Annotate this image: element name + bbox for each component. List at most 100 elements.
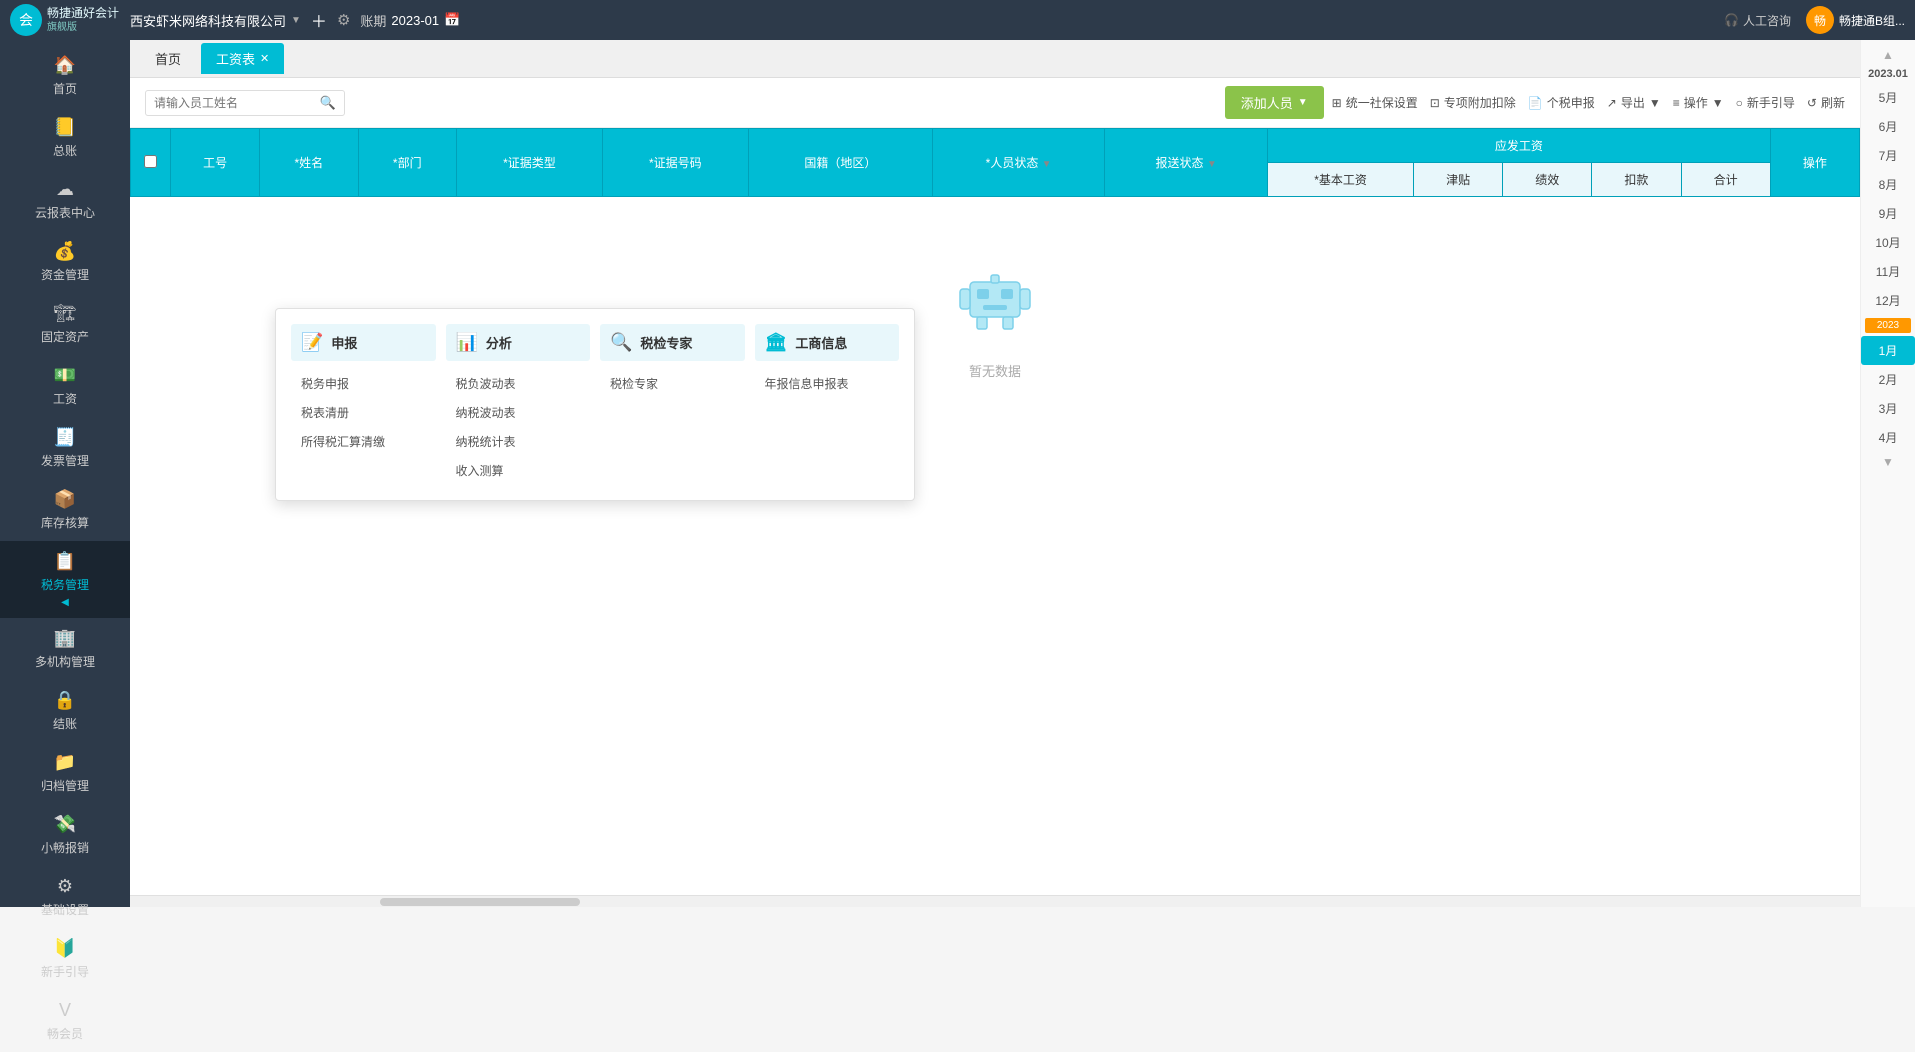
menu-item-tax-burden[interactable]: 税负波动表 <box>446 369 591 398</box>
sidebar-item-cloud-report[interactable]: ☁ 云报表中心 <box>0 169 130 231</box>
toolbar-actions: ⊞ 统一社保设置 ⊡ 专项附加扣除 📄 个税申报 ↗ 导出 ▼ <box>1332 94 1845 111</box>
date-month-2023-02[interactable]: 2月 <box>1861 365 1915 394</box>
filter-icon-2[interactable]: ▼ <box>1207 159 1217 170</box>
date-month-6[interactable]: 6月 <box>1861 112 1915 141</box>
sidebar-item-tax[interactable]: 📋 税务管理 ◀ <box>0 541 130 618</box>
tab-home[interactable]: 首页 <box>140 43 196 74</box>
sidebar-item-mini-report[interactable]: 💸 小畅报销 <box>0 804 130 866</box>
date-month-8[interactable]: 8月 <box>1861 170 1915 199</box>
headset-icon: 🎧 <box>1724 13 1739 27</box>
select-all-checkbox[interactable] <box>144 155 157 168</box>
calendar-icon[interactable]: 📅 <box>444 12 460 28</box>
current-year-badge: 2023 <box>1865 318 1911 333</box>
sidebar-item-salary[interactable]: 💵 工资 <box>0 355 130 417</box>
closing-icon: 🔒 <box>54 690 76 711</box>
menu-item-tax-form[interactable]: 税表清册 <box>291 398 436 427</box>
add-company-button[interactable]: ＋ <box>311 8 327 32</box>
filter-icon[interactable]: ▼ <box>1042 159 1052 170</box>
table-subheader-total: 合计 <box>1681 163 1770 197</box>
menu-item-tax-dynamic[interactable]: 纳税波动表 <box>446 398 591 427</box>
operate-button[interactable]: ≡ 操作 ▼ <box>1673 94 1724 111</box>
menu-item-expert[interactable]: 税检专家 <box>600 369 745 398</box>
toolbar: 🔍 添加人员 ▼ ⊞ 统一社保设置 ⊡ 专项附加扣除 <box>130 78 1860 128</box>
scrollbar-thumb[interactable] <box>380 898 580 906</box>
date-month-9[interactable]: 9月 <box>1861 199 1915 228</box>
date-month-2023-04[interactable]: 4月 <box>1861 423 1915 452</box>
menu-item-tax-declare[interactable]: 税务申报 <box>291 369 436 398</box>
table-subheader-deduction: 扣款 <box>1592 163 1681 197</box>
logo-icon: 会 <box>10 4 42 36</box>
social-security-button[interactable]: ⊞ 统一社保设置 <box>1332 94 1418 111</box>
help-button[interactable]: 🎧 人工咨询 <box>1724 12 1791 29</box>
invoice-icon: 🧾 <box>54 427 76 448</box>
table-header-dept: *部门 <box>358 129 456 197</box>
sidebar-item-assets[interactable]: 🏗 固定资产 <box>0 293 130 355</box>
newbie-guide-button[interactable]: ○ 新手引导 <box>1736 94 1795 111</box>
inventory-icon: 📦 <box>54 489 76 510</box>
export-button[interactable]: ↗ 导出 ▼ <box>1607 94 1661 111</box>
content-area: 首页 工资表 ✕ 🔍 添加人员 ▼ ⊞ <box>130 40 1860 907</box>
refresh-button[interactable]: ↺ 刷新 <box>1807 94 1845 111</box>
empty-icon <box>955 257 1035 351</box>
search-input[interactable] <box>154 96 315 110</box>
empty-text: 暂无数据 <box>969 361 1021 380</box>
date-sidebar: ▲ 2023.01 5月 6月 7月 8月 9月 10月 11月 12月 202… <box>1860 40 1915 907</box>
date-month-12[interactable]: 12月 <box>1861 286 1915 315</box>
sidebar-item-home[interactable]: 🏠 首页 <box>0 45 130 107</box>
tab-close-icon[interactable]: ✕ <box>260 52 269 65</box>
special-deduction-icon: ⊡ <box>1430 96 1440 110</box>
add-person-button[interactable]: 添加人员 ▼ <box>1225 86 1324 119</box>
fund-icon: 💰 <box>54 241 76 262</box>
date-year-label: 2023.01 <box>1868 68 1908 80</box>
bottom-scrollbar[interactable] <box>130 895 1860 907</box>
category-header-tax-expert: 🔍 税检专家 <box>600 324 745 361</box>
date-month-5[interactable]: 5月 <box>1861 83 1915 112</box>
table-header-check[interactable] <box>131 129 171 197</box>
operate-icon: ≡ <box>1673 96 1680 110</box>
date-month-10[interactable]: 10月 <box>1861 228 1915 257</box>
sidebar-item-ledger[interactable]: 📒 总账 <box>0 107 130 169</box>
date-month-2023-03[interactable]: 3月 <box>1861 394 1915 423</box>
menu-item-tax-calc[interactable]: 所得税汇算清缴 <box>291 427 436 456</box>
salary-icon: 💵 <box>54 365 76 386</box>
tax-return-button[interactable]: 📄 个税申报 <box>1528 94 1595 111</box>
date-month-2023-01[interactable]: 1月 <box>1861 336 1915 365</box>
user-menu[interactable]: 畅 畅捷通B组... <box>1806 6 1905 34</box>
tax-return-icon: 📄 <box>1528 96 1543 110</box>
sidebar-item-inventory[interactable]: 📦 库存核算 <box>0 479 130 541</box>
company-selector[interactable]: 西安虾米网络科技有限公司 ▼ <box>130 11 301 30</box>
sidebar-item-basic[interactable]: ⚙ 基础设置 <box>0 866 130 928</box>
user-name: 畅捷通B组... <box>1839 12 1905 29</box>
biz-info-icon: 🏛 <box>765 332 788 353</box>
special-deduction-button[interactable]: ⊡ 专项附加扣除 <box>1430 94 1516 111</box>
date-month-11[interactable]: 11月 <box>1861 257 1915 286</box>
table-subheader-base: *基本工资 <box>1268 163 1414 197</box>
date-nav-down[interactable]: ▼ <box>1879 452 1897 472</box>
period-value: 2023-01 <box>391 13 439 28</box>
table-subheader-allowance: 津贴 <box>1414 163 1503 197</box>
sidebar-item-vip[interactable]: V 畅会员 <box>0 990 130 1052</box>
date-nav-up[interactable]: ▲ <box>1879 45 1897 65</box>
settings-icon[interactable]: ⚙ <box>337 11 350 29</box>
menu-item-tax-stat[interactable]: 纳税统计表 <box>446 427 591 456</box>
cloud-icon: ☁ <box>56 179 74 200</box>
operate-arrow-icon: ▼ <box>1712 96 1724 110</box>
sidebar: 🏠 首页 📒 总账 ☁ 云报表中心 💰 资金管理 🏗 固定资产 💵 工资 🧾 发… <box>0 40 130 907</box>
sidebar-item-guide[interactable]: 🔰 新手引导 <box>0 928 130 990</box>
top-right-actions: 🎧 人工咨询 畅 畅捷通B组... <box>1724 6 1905 34</box>
search-icon[interactable]: 🔍 <box>320 95 336 111</box>
sidebar-item-multi-org[interactable]: 🏢 多机构管理 <box>0 618 130 680</box>
sidebar-item-fund[interactable]: 💰 资金管理 <box>0 231 130 293</box>
dropdown-grid: 📝 申报 税务申报 税表清册 所得税汇算清缴 📊 分析 <box>291 324 899 485</box>
menu-item-income-calc[interactable]: 收入测算 <box>446 456 591 485</box>
collapse-arrow-icon: ◀ <box>61 597 69 608</box>
menu-item-annual-report[interactable]: 年报信息申报表 <box>755 369 900 398</box>
archive-icon: 📁 <box>54 752 76 773</box>
top-bar: 会 畅捷通好会计 旗舰版 西安虾米网络科技有限公司 ▼ ＋ ⚙ 账期 2023-… <box>0 0 1915 40</box>
tab-salary-table[interactable]: 工资表 ✕ <box>201 43 284 74</box>
sidebar-item-invoice[interactable]: 🧾 发票管理 <box>0 417 130 479</box>
main-content: 🔍 添加人员 ▼ ⊞ 统一社保设置 ⊡ 专项附加扣除 <box>130 78 1860 907</box>
sidebar-item-archive[interactable]: 📁 归档管理 <box>0 742 130 804</box>
sidebar-item-closing[interactable]: 🔒 结账 <box>0 680 130 742</box>
date-month-7[interactable]: 7月 <box>1861 141 1915 170</box>
